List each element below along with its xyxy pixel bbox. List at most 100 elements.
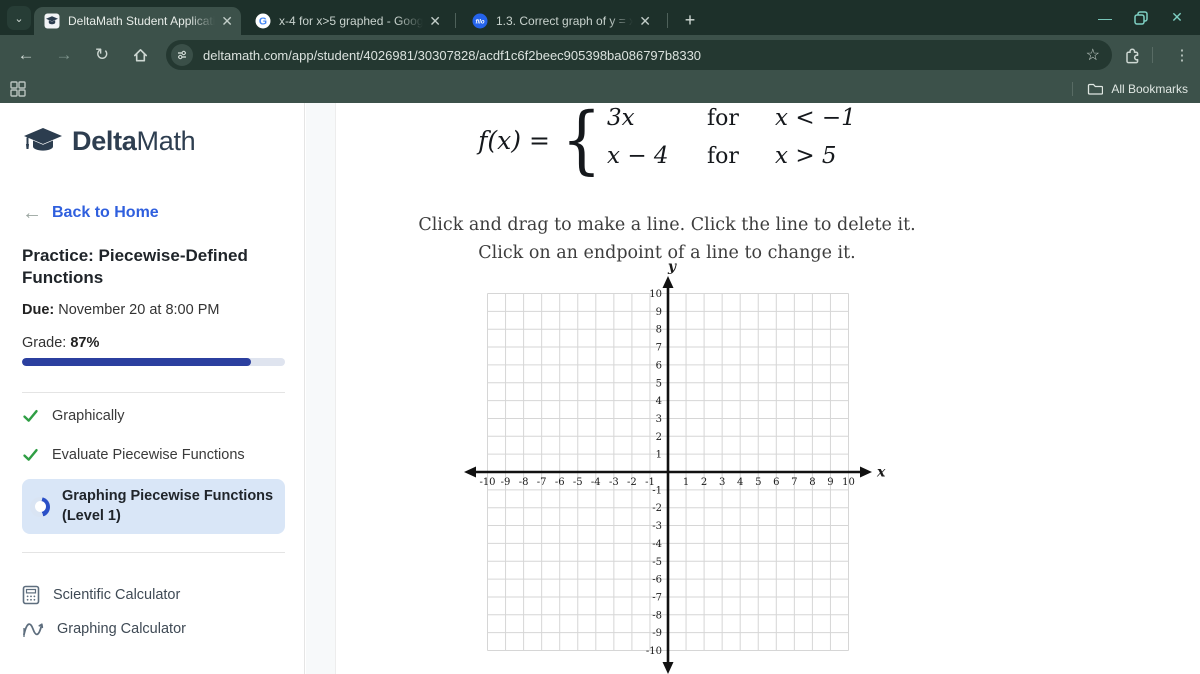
- progress-donut-icon: [30, 496, 50, 517]
- interactive-graph[interactable]: -10 -9 -8 -7 -6 -5 -4 -3 -2 -1 1 2 3 4 5 6 7 8 9 10 -10 -9 -8-…: [458, 259, 888, 674]
- svg-text:1: 1: [683, 477, 689, 488]
- svg-text:-8: -8: [519, 477, 529, 488]
- close-window-icon[interactable]: ✕: [1166, 7, 1188, 29]
- tab-deltamath[interactable]: DeltaMath Student Application ✕: [34, 7, 241, 35]
- new-tab-button[interactable]: +: [677, 7, 703, 33]
- svg-text:4: 4: [656, 396, 662, 407]
- instruction-line: Click and drag to make a line. Click the…: [418, 215, 916, 235]
- logo-text: DeltaMath: [72, 125, 196, 156]
- window-controls: — ✕: [1094, 0, 1200, 35]
- condition: x < −1: [775, 105, 856, 131]
- svg-text:-9: -9: [501, 477, 511, 488]
- tab-filo[interactable]: filo 1.3. Correct graph of y = x - 4 is …: [462, 7, 659, 35]
- svg-text:3: 3: [656, 414, 662, 425]
- page-content: DeltaMath ← Back to Home Practice: Piece…: [0, 103, 1200, 674]
- skill-item-graphically[interactable]: Graphically: [22, 408, 285, 424]
- toolbar-separator: [1152, 47, 1153, 63]
- back-to-home-label: Back to Home: [52, 204, 159, 221]
- svg-text:-3: -3: [652, 521, 662, 532]
- function-lhs: f(x) =: [478, 125, 550, 155]
- reload-icon[interactable]: ↻: [90, 43, 114, 67]
- svg-text:2: 2: [701, 477, 707, 488]
- svg-text:-5: -5: [573, 477, 583, 488]
- check-icon: [23, 410, 38, 422]
- restore-icon[interactable]: [1130, 7, 1152, 29]
- svg-text:1: 1: [656, 450, 662, 461]
- graphing-calculator-link[interactable]: Graphing Calculator: [22, 619, 284, 639]
- svg-text:-10: -10: [479, 477, 495, 488]
- svg-text:10: 10: [649, 289, 662, 300]
- for-keyword: for: [707, 144, 739, 169]
- bookmark-star-icon[interactable]: ☆: [1086, 45, 1100, 65]
- back-icon[interactable]: ←: [14, 43, 38, 67]
- svg-text:-7: -7: [652, 592, 662, 603]
- piecewise-function-formula: f(x) = { 3x for x < −1 x − 4 for x > 5: [337, 103, 997, 177]
- chevron-down-icon: ⌄: [14, 12, 24, 25]
- svg-text:3: 3: [719, 477, 725, 488]
- extensions-puzzle-icon[interactable]: [1120, 43, 1144, 67]
- tab-separator: [667, 13, 668, 28]
- menu-dots-icon[interactable]: ⋮: [1170, 43, 1194, 67]
- svg-text:G: G: [259, 16, 267, 28]
- tab-title: x-4 for x>5 graphed - Google S: [279, 14, 424, 28]
- check-icon: [23, 449, 38, 461]
- skill-item-evaluate-piecewise[interactable]: Evaluate Piecewise Functions: [22, 447, 285, 463]
- divider: [22, 392, 285, 394]
- formula-rows: 3x for x < −1 x − 4 for x > 5: [607, 103, 856, 177]
- skill-item-graphing-piecewise-active[interactable]: Graphing Piecewise Functions (Level 1): [22, 479, 285, 535]
- deltamath-logo[interactable]: DeltaMath: [22, 121, 284, 161]
- condition: x > 5: [775, 143, 837, 169]
- tab-google-search[interactable]: G x-4 for x>5 graphed - Google S ✕: [245, 7, 449, 35]
- grade: Grade: 87%: [22, 335, 100, 352]
- deltamath-favicon-icon: [44, 13, 60, 29]
- for-keyword: for: [707, 106, 739, 131]
- browser-window: ⌄ DeltaMath Student Application ✕ G x-4 …: [0, 0, 1200, 674]
- svg-text:-3: -3: [609, 477, 619, 488]
- formula-row: 3x for x < −1: [607, 105, 856, 139]
- wave-icon: [23, 623, 44, 638]
- filo-favicon-icon: filo: [472, 13, 488, 29]
- skill-label: Graphing Piecewise Functions (Level 1): [62, 488, 274, 524]
- tab-close-icon[interactable]: ✕: [221, 14, 233, 28]
- url-text[interactable]: deltamath.com/app/student/4026981/303078…: [203, 48, 1086, 63]
- svg-text:x: x: [876, 465, 886, 481]
- all-bookmarks-label: All Bookmarks: [1111, 82, 1188, 96]
- tab-close-icon[interactable]: ✕: [429, 14, 441, 28]
- all-bookmarks-button[interactable]: All Bookmarks: [1072, 75, 1188, 103]
- svg-text:4: 4: [737, 477, 743, 488]
- svg-text:6: 6: [656, 360, 662, 371]
- svg-text:8: 8: [809, 477, 815, 488]
- tab-search-button[interactable]: ⌄: [7, 6, 31, 30]
- svg-text:filo: filo: [476, 20, 485, 26]
- home-icon[interactable]: [128, 43, 152, 67]
- bookmarks-separator: [1072, 82, 1074, 96]
- forward-icon[interactable]: →: [52, 43, 76, 67]
- svg-text:-6: -6: [555, 477, 565, 488]
- tab-strip: ⌄ DeltaMath Student Application ✕ G x-4 …: [0, 0, 1200, 35]
- back-to-home-link[interactable]: ← Back to Home: [22, 203, 284, 223]
- skill-label: Graphically: [52, 408, 125, 425]
- sidebar-scroll-gutter[interactable]: [306, 103, 336, 674]
- svg-text:-6: -6: [652, 575, 662, 586]
- svg-text:-7: -7: [537, 477, 547, 488]
- skill-label: Evaluate Piecewise Functions: [52, 447, 245, 464]
- google-favicon-icon: G: [255, 13, 271, 29]
- apps-grid-icon[interactable]: [10, 81, 26, 102]
- tool-label: Scientific Calculator: [53, 587, 181, 604]
- svg-text:6: 6: [773, 477, 779, 488]
- url-bar[interactable]: deltamath.com/app/student/4026981/303078…: [166, 40, 1112, 70]
- grade-progress-bar: [22, 358, 285, 367]
- minimize-icon[interactable]: —: [1094, 7, 1116, 29]
- expression: 3x: [607, 105, 635, 131]
- svg-text:7: 7: [656, 343, 662, 354]
- coordinate-grid[interactable]: -10 -9 -8 -7 -6 -5 -4 -3 -2 -1 1 2 3 4 5 6 7 8 9 10-10-9-8-…: [458, 259, 888, 674]
- tab-close-icon[interactable]: ✕: [639, 14, 651, 28]
- scientific-calculator-link[interactable]: Scientific Calculator: [22, 585, 284, 605]
- svg-text:10: 10: [842, 477, 855, 488]
- sidebar: DeltaMath ← Back to Home Practice: Piece…: [0, 103, 305, 674]
- svg-text:-5: -5: [652, 557, 662, 568]
- site-info-icon[interactable]: [171, 44, 193, 66]
- formula-row: x − 4 for x > 5: [607, 143, 856, 177]
- main-content: f(x) = { 3x for x < −1 x − 4 for x > 5 C…: [337, 103, 997, 674]
- folder-icon: [1088, 83, 1104, 95]
